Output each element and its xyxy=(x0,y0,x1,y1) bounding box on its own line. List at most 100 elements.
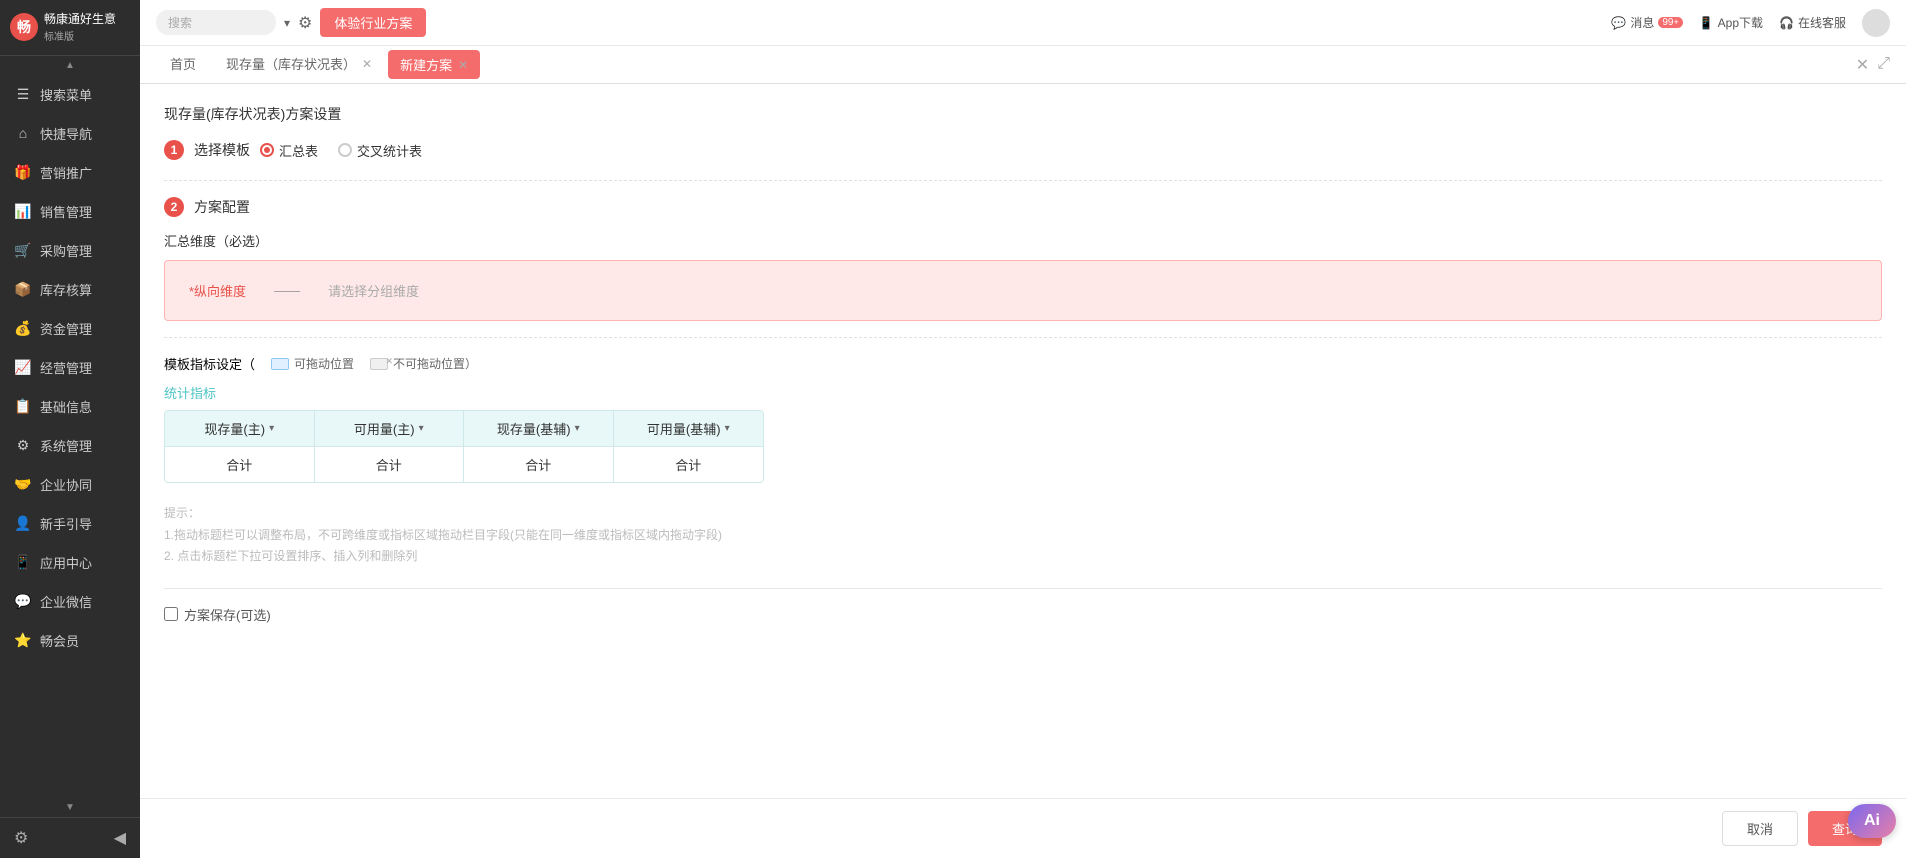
radio-cross-table[interactable]: 交叉统计表 xyxy=(338,141,422,160)
logo-icon: 畅 xyxy=(10,13,38,41)
stats-table: 现存量(主) ▾ 可用量(主) ▾ 现存量(基辅) ▾ xyxy=(164,410,764,483)
drag-indicator: 可拖动位置 xyxy=(271,355,354,372)
main-area: 搜索 ▾ ⚙ 体验行业方案 💬 消息 99+ 📱 App下载 🎧 在线客服 xyxy=(140,0,1906,858)
close-panel-icon[interactable]: ✕ xyxy=(1856,55,1869,75)
topbar-left: 搜索 ▾ ⚙ 体验行业方案 xyxy=(156,8,1601,37)
sidebar-item-enterprise[interactable]: 🤝 企业协同 xyxy=(0,465,140,504)
stats-header-col-2[interactable]: 可用量(主) ▾ xyxy=(315,411,465,446)
sidebar-item-member[interactable]: ⭐ 畅会员 xyxy=(0,621,140,660)
tip-2: 2. 点击标题栏下拉可设置排序、插入列和删除列 xyxy=(164,546,1882,568)
wechat-icon: 💬 xyxy=(14,592,32,610)
app-logo: 畅 畅康通好生意 标准版 xyxy=(0,0,140,56)
section-select-template: 1 选择模板 汇总表 交叉统计表 xyxy=(164,140,1882,160)
sidebar-item-wechat[interactable]: 💬 企业微信 xyxy=(0,582,140,621)
topbar-right: 💬 消息 99+ 📱 App下载 🎧 在线客服 xyxy=(1611,9,1890,37)
col1-chevron: ▾ xyxy=(269,423,274,434)
sidebar-scroll-down[interactable]: ▼ xyxy=(0,798,140,817)
dimension-box: *纵向维度 —— 请选择分组维度 xyxy=(164,260,1882,321)
sidebar-item-shortcuts[interactable]: ⌂ 快捷导航 xyxy=(0,114,140,153)
stats-header-col-1[interactable]: 现存量(主) ▾ xyxy=(165,411,315,446)
no-drag-indicator: 不可拖动位置） xyxy=(370,355,477,372)
sidebar-bottom: ⚙ ◀ xyxy=(0,817,140,858)
template-radio-group: 汇总表 交叉统计表 xyxy=(260,141,422,160)
collapse-icon[interactable]: ◀ xyxy=(114,828,126,848)
content-area: 现存量(库存状况表)方案设置 1 选择模板 汇总表 xyxy=(140,84,1906,798)
footer: 取消 查询 xyxy=(140,798,1906,858)
tab-bar: 首页 现存量（库存状况表） ✕ 新建方案 ✕ ✕ ⤢ xyxy=(140,46,1906,84)
stats-data-col-4: 合计 xyxy=(614,447,764,482)
sidebar-menu: ☰ 搜索菜单 ⌂ 快捷导航 🎁 营销推广 📊 销售管理 🛒 采购管理 📦 库存核… xyxy=(0,75,140,798)
sidebar-item-sales[interactable]: 📊 销售管理 xyxy=(0,192,140,231)
ai-float-button[interactable]: Ai xyxy=(1848,804,1896,838)
app-download-button[interactable]: 📱 App下载 xyxy=(1699,14,1763,31)
info-icon: 📋 xyxy=(14,397,32,415)
online-service-button[interactable]: 🎧 在线客服 xyxy=(1779,14,1846,31)
divider-2 xyxy=(164,337,1882,338)
stats-section: 统计指标 现存量(主) ▾ 可用量(主) ▾ xyxy=(164,383,1882,483)
settings-bottom-icon[interactable]: ⚙ xyxy=(14,828,28,848)
box-icon: 📦 xyxy=(14,280,32,298)
tip-1: 1.拖动标题栏可以调整布局，不可跨维度或指标区域拖动栏目字段(只能在同一维度或指… xyxy=(164,525,1882,547)
stats-header-col-4[interactable]: 可用量(基辅) ▾ xyxy=(614,411,764,446)
save-option: 方案保存(可选) xyxy=(164,588,1882,624)
dimension-dash: —— xyxy=(274,283,300,298)
sidebar-item-purchase[interactable]: 🛒 采购管理 xyxy=(0,231,140,270)
section2-number: 2 xyxy=(164,197,184,217)
sidebar-item-app-center[interactable]: 📱 应用中心 xyxy=(0,543,140,582)
no-drag-box xyxy=(370,358,388,370)
dimension-placeholder: 请选择分组维度 xyxy=(328,281,419,300)
col4-chevron: ▾ xyxy=(725,423,730,434)
divider-1 xyxy=(164,180,1882,181)
trial-industry-button[interactable]: 体验行业方案 xyxy=(320,8,426,37)
tab-inventory-status[interactable]: 现存量（库存状况表） ✕ xyxy=(212,48,386,81)
cancel-button[interactable]: 取消 xyxy=(1722,811,1798,846)
user-guide-icon: 👤 xyxy=(14,514,32,532)
col2-chevron: ▾ xyxy=(419,423,424,434)
app-icon: 📱 xyxy=(14,553,32,571)
stats-data-col-1: 合计 xyxy=(165,447,315,482)
stats-data-col-2: 合计 xyxy=(315,447,465,482)
sidebar-item-search[interactable]: ☰ 搜索菜单 xyxy=(0,75,140,114)
radio-summary-table[interactable]: 汇总表 xyxy=(260,141,318,160)
sidebar-item-basic-info[interactable]: 📋 基础信息 xyxy=(0,387,140,426)
topbar-dropdown-icon[interactable]: ▾ xyxy=(284,16,290,30)
tips-section: 提示： 1.拖动标题栏可以调整布局，不可跨维度或指标区域拖动栏目字段(只能在同一… xyxy=(164,503,1882,568)
indicators-header: 模板指标设定（ 可拖动位置 不可拖动位置） xyxy=(164,354,1882,373)
save-checkbox[interactable] xyxy=(164,607,178,621)
messages-button[interactable]: 💬 消息 99+ xyxy=(1611,14,1682,31)
sidebar-item-marketing[interactable]: 🎁 营销推广 xyxy=(0,153,140,192)
section-plan-config: 2 方案配置 汇总维度（必选） *纵向维度 —— 请选择分组维度 模板指标设定（ xyxy=(164,197,1882,568)
tab-new-plan[interactable]: 新建方案 ✕ xyxy=(388,50,480,79)
sidebar-item-inventory[interactable]: 📦 库存核算 xyxy=(0,270,140,309)
topbar-settings-icon[interactable]: ⚙ xyxy=(298,13,312,33)
home-icon: ⌂ xyxy=(14,124,32,142)
section2-title: 方案配置 xyxy=(194,197,250,217)
phone-icon: 📱 xyxy=(1699,16,1714,30)
tab-home[interactable]: 首页 xyxy=(156,48,210,81)
user-avatar[interactable] xyxy=(1862,9,1890,37)
content-inner: 现存量(库存状况表)方案设置 1 选择模板 汇总表 xyxy=(140,84,1906,798)
sidebar-scroll-up[interactable]: ▲ xyxy=(0,56,140,75)
money-icon: 💰 xyxy=(14,319,32,337)
tab-close-new-plan[interactable]: ✕ xyxy=(458,58,468,72)
sidebar-item-system[interactable]: ⚙ 系统管理 xyxy=(0,426,140,465)
message-icon: 💬 xyxy=(1611,16,1626,30)
stats-data-col-3: 合计 xyxy=(464,447,614,482)
logo-text: 畅康通好生意 标准版 xyxy=(44,12,116,43)
section1-number: 1 xyxy=(164,140,184,160)
sidebar-item-management[interactable]: 📈 经营管理 xyxy=(0,348,140,387)
expand-icon[interactable]: ⤢ xyxy=(1877,55,1890,75)
indicators-label: 模板指标设定（ xyxy=(164,354,255,373)
message-badge: 99+ xyxy=(1658,17,1682,28)
tab-close-inventory[interactable]: ✕ xyxy=(362,57,372,71)
dimension-required-text: *纵向维度 xyxy=(189,281,246,300)
star-icon: ⭐ xyxy=(14,631,32,649)
collapse-icons: ✕ ⤢ xyxy=(1856,55,1890,75)
sidebar-item-finance[interactable]: 💰 资金管理 xyxy=(0,309,140,348)
stats-header-col-3[interactable]: 现存量(基辅) ▾ xyxy=(464,411,614,446)
sidebar-item-guide[interactable]: 👤 新手引导 xyxy=(0,504,140,543)
stats-data-row: 合计 合计 合计 合计 xyxy=(165,446,763,482)
section1-header: 1 选择模板 汇总表 交叉统计表 xyxy=(164,140,1882,160)
search-menu-icon: ☰ xyxy=(14,85,32,103)
required-label: 汇总维度（必选） xyxy=(164,231,1882,250)
